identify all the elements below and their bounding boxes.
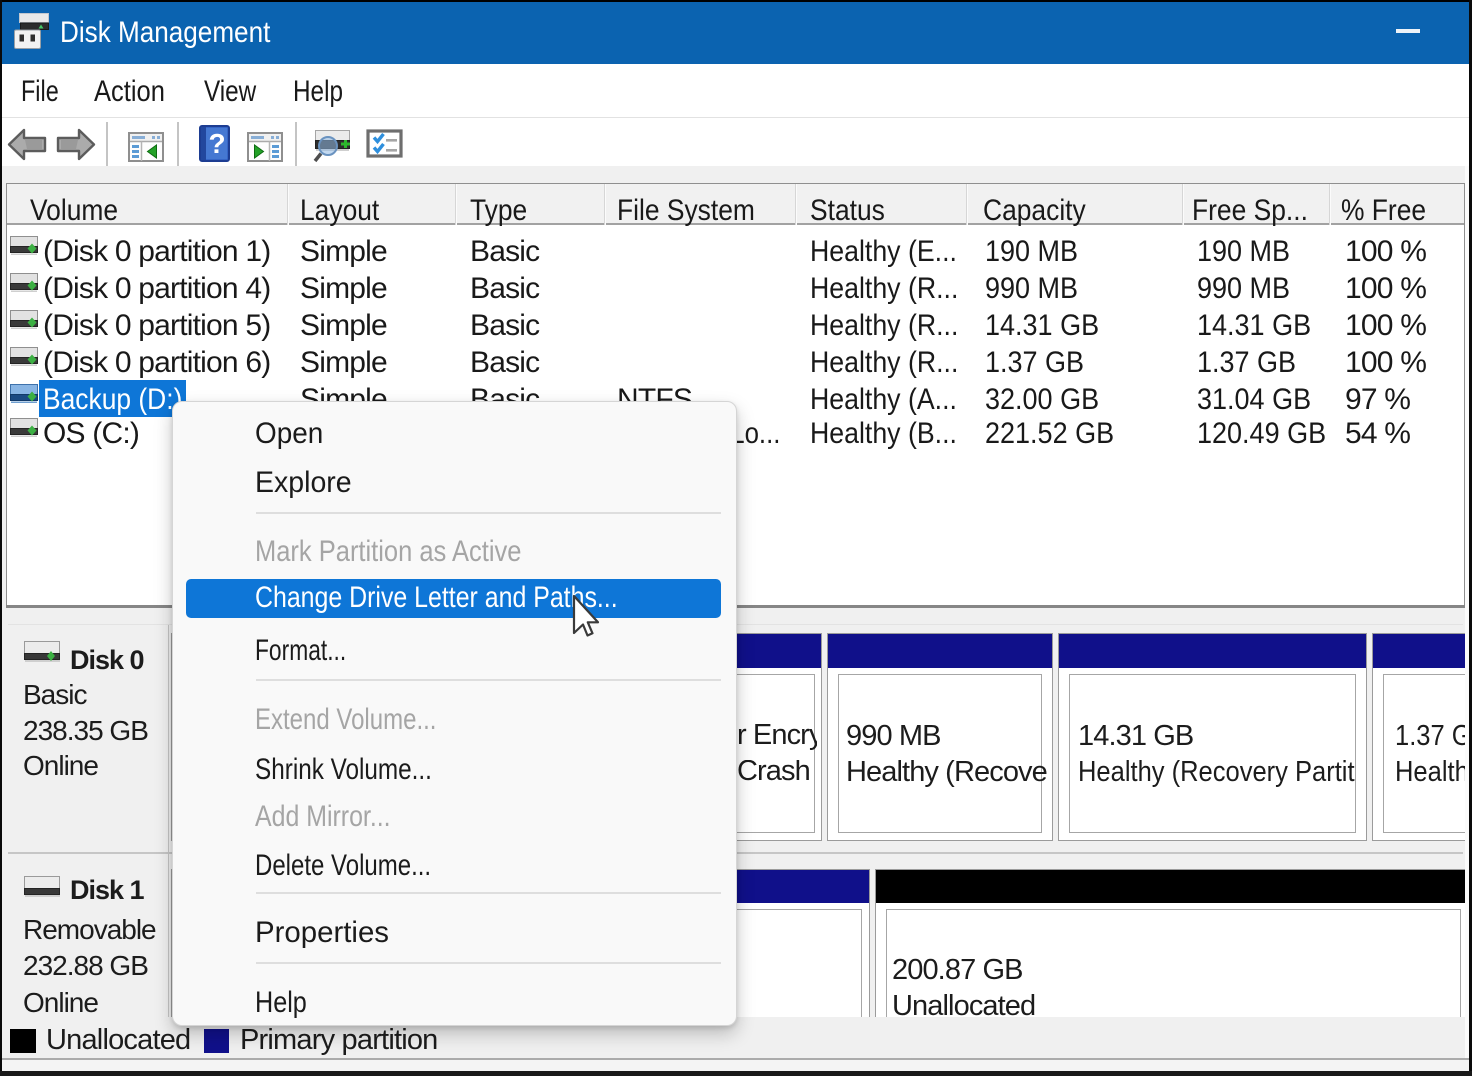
svg-text:?: ? <box>208 128 225 159</box>
